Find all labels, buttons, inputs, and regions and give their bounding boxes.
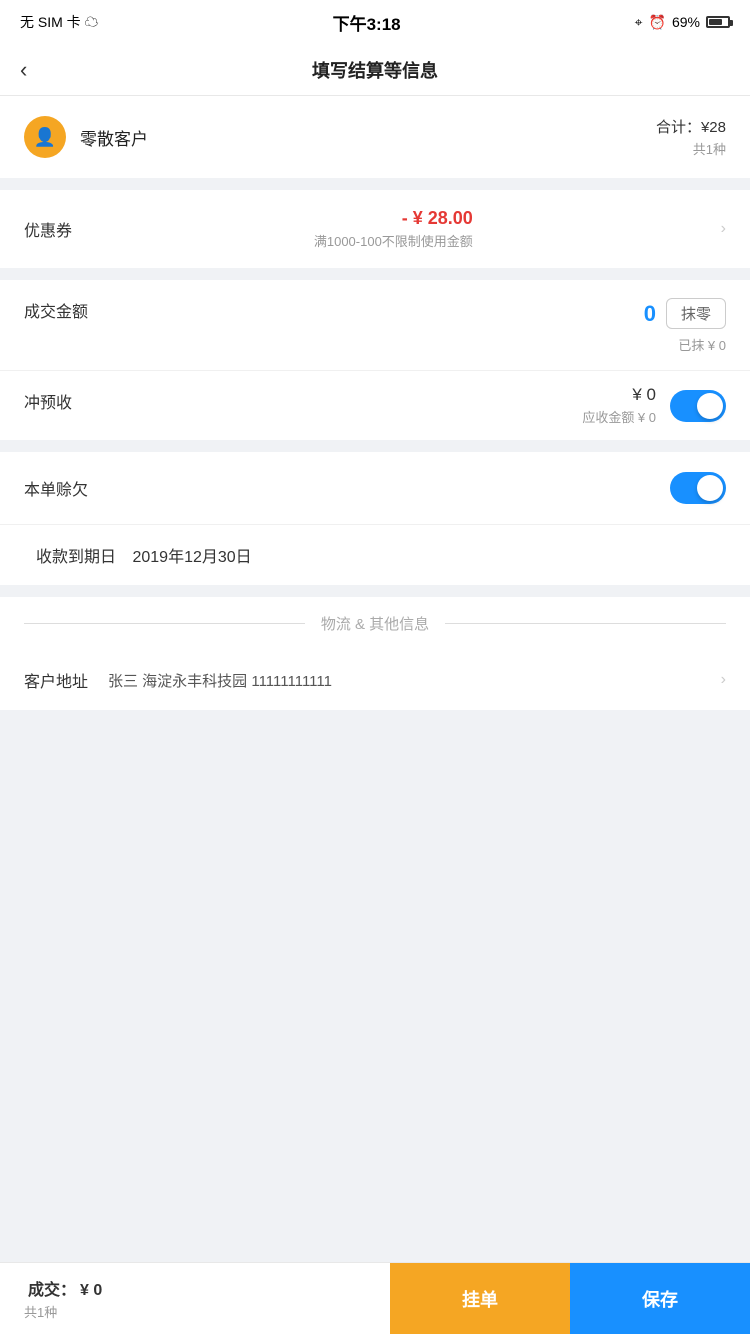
avatar: 👤 (24, 116, 66, 158)
due-date-label: 收款到期日 (36, 549, 116, 566)
total-count-label: 共1种 (656, 139, 726, 158)
customer-card: 👤 零散客户 合计：¥28 共1种 (0, 96, 750, 178)
customer-name: 零散客户 (80, 125, 148, 150)
bottom-info: 成交：¥ 0 共1种 (0, 1276, 390, 1321)
amount-value-wrap: 0 抹零 (644, 298, 726, 329)
amount-label: 成交金额 (24, 298, 88, 322)
address-card: 客户地址 张三 海淀永丰科技园 11111111111 › (0, 650, 750, 710)
transaction-amount-value: 0 (644, 301, 656, 327)
coupon-chevron-icon: › (721, 220, 726, 238)
status-bar: 无 SIM 卡 ☁ 下午3:18 ⌖ ⏰ 69% (0, 0, 750, 44)
prepaid-toggle[interactable] (670, 390, 726, 422)
debt-card: 本单赊欠 收款到期日 2019年12月30日 (0, 452, 750, 585)
hang-button[interactable]: 挂单 (390, 1263, 570, 1334)
spacer (0, 722, 750, 802)
sim-signal: 无 SIM 卡 ☁ (20, 12, 99, 32)
coupon-description: 满1000-100不限制使用金额 (314, 231, 473, 250)
customer-left: 👤 零散客户 (24, 116, 148, 158)
debt-label: 本单赊欠 (24, 476, 88, 500)
coupon-discount-value: - ¥ 28.00 (314, 208, 473, 229)
prepaid-row: 冲预收 ¥ 0 应收金额 ¥ 0 (0, 370, 750, 440)
battery-percent: 69% (672, 14, 700, 30)
prepaid-value: ¥ 0 (582, 385, 656, 405)
status-right: ⌖ ⏰ 69% (635, 14, 730, 31)
round-button[interactable]: 抹零 (666, 298, 726, 329)
debt-toggle[interactable] (670, 472, 726, 504)
avatar-icon: 👤 (34, 127, 56, 148)
bottom-trade-value: ¥ 0 (80, 1282, 102, 1299)
debt-toggle-knob (697, 475, 723, 501)
bottom-count-label: 共1种 (24, 1302, 366, 1321)
address-row[interactable]: 客户地址 张三 海淀永丰科技园 11111111111 › (0, 650, 750, 710)
coupon-label: 优惠券 (24, 217, 72, 241)
bottom-trade-label: 成交：¥ 0 (24, 1276, 366, 1300)
prepaid-label: 冲预收 (24, 385, 72, 413)
prepaid-amounts: ¥ 0 应收金额 ¥ 0 (582, 385, 656, 426)
logistics-section: 物流 & 其他信息 (0, 597, 750, 650)
customer-row: 👤 零散客户 合计：¥28 共1种 (0, 96, 750, 178)
address-chevron-icon: › (721, 671, 726, 689)
total-amount-label: 合计：¥28 (656, 116, 726, 137)
status-left: 无 SIM 卡 ☁ (20, 12, 99, 32)
right-divider-line (445, 623, 726, 624)
address-value: 张三 海淀永丰科技园 11111111111 (108, 670, 715, 691)
prepaid-sub-label: 应收金额 ¥ 0 (582, 407, 656, 426)
transaction-card: 成交金额 0 抹零 已抹 ¥ 0 冲预收 ¥ 0 应收金额 ¥ 0 (0, 280, 750, 440)
customer-summary: 合计：¥28 共1种 (656, 116, 726, 158)
coupon-right: - ¥ 28.00 满1000-100不限制使用金额 (314, 208, 473, 250)
due-date-value: 2019年12月30日 (132, 549, 251, 566)
logistics-label: 物流 & 其他信息 (305, 613, 445, 634)
save-button[interactable]: 保存 (570, 1263, 750, 1334)
bottom-bar: 成交：¥ 0 共1种 挂单 保存 (0, 1262, 750, 1334)
address-label: 客户地址 (24, 668, 88, 692)
toggle-knob (697, 393, 723, 419)
already-rounded-label: 已抹 ¥ 0 (0, 333, 750, 370)
coupon-row[interactable]: 优惠券 - ¥ 28.00 满1000-100不限制使用金额 › (0, 190, 750, 268)
main-content: 👤 零散客户 合计：¥28 共1种 优惠券 - ¥ 28.00 满1000-10… (0, 96, 750, 802)
due-date-row: 收款到期日 2019年12月30日 (0, 524, 750, 585)
battery-icon (706, 16, 730, 28)
amount-row: 成交金额 0 抹零 (0, 280, 750, 333)
page-title: 填写结算等信息 (312, 57, 438, 83)
back-button[interactable]: ‹ (12, 49, 35, 91)
status-time: 下午3:18 (333, 10, 401, 35)
alarm-icon: ⏰ (649, 14, 666, 31)
nav-bar: ‹ 填写结算等信息 (0, 44, 750, 96)
left-divider-line (24, 623, 305, 624)
prepaid-right: ¥ 0 应收金额 ¥ 0 (582, 385, 726, 426)
debt-row: 本单赊欠 (0, 452, 750, 524)
location-icon: ⌖ (635, 14, 643, 31)
logistics-header: 物流 & 其他信息 (0, 597, 750, 650)
coupon-card: 优惠券 - ¥ 28.00 满1000-100不限制使用金额 › (0, 190, 750, 268)
